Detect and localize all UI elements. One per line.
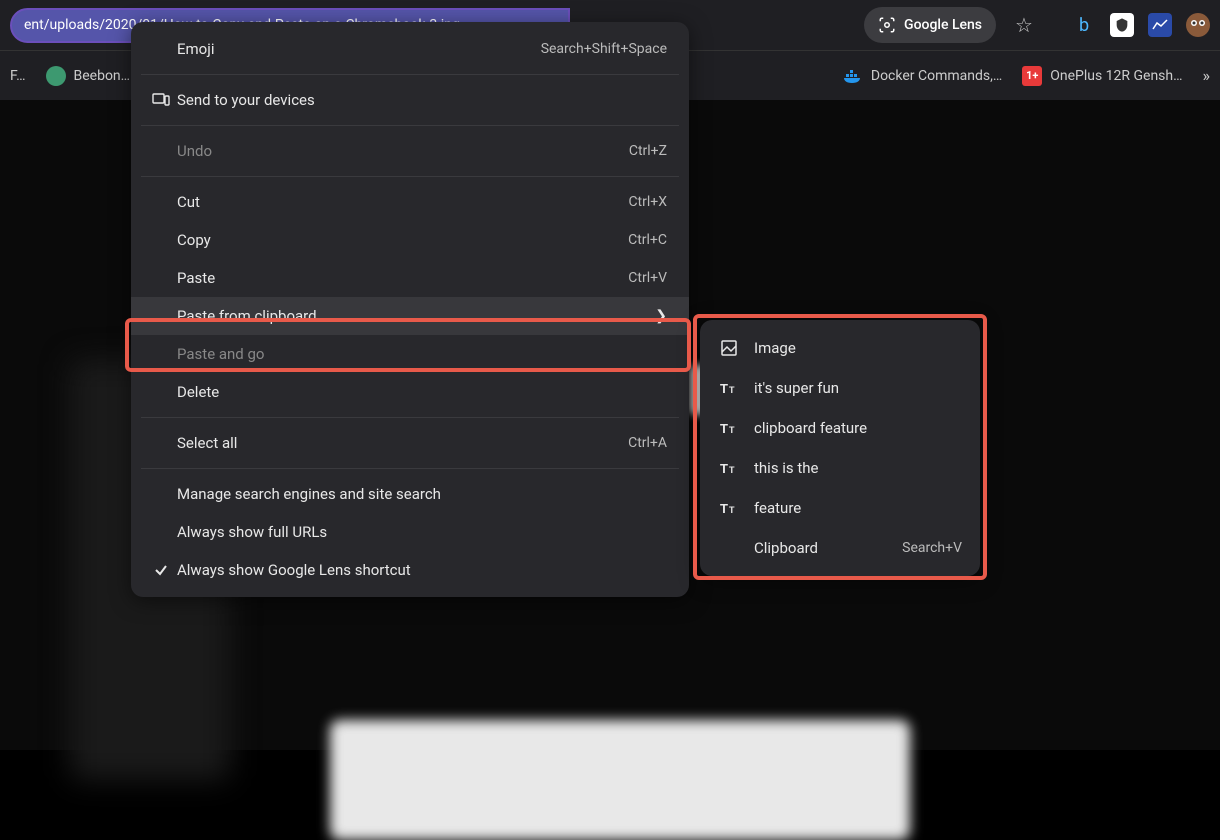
svg-text:T: T [720, 461, 728, 475]
menu-label: Paste [177, 269, 628, 287]
lens-icon [878, 16, 896, 34]
chevron-right-icon: ❯ [655, 308, 667, 324]
menu-label: Send to your devices [177, 91, 667, 109]
image-icon [718, 339, 740, 357]
lens-label: Google Lens [904, 17, 982, 33]
menu-google-lens-shortcut[interactable]: Always show Google Lens shortcut [131, 551, 689, 589]
menu-label: Cut [177, 193, 628, 211]
check-icon [145, 563, 177, 577]
menu-shortcut: Ctrl+C [628, 232, 667, 248]
svg-text:T: T [729, 385, 735, 395]
svg-text:T: T [720, 501, 728, 515]
menu-label: Undo [177, 142, 629, 160]
menu-label: Select all [177, 434, 628, 452]
menu-full-urls[interactable]: Always show full URLs [131, 513, 689, 551]
svg-text:T: T [720, 421, 728, 435]
menu-label: Always show full URLs [177, 523, 667, 541]
clipboard-item-text[interactable]: TT it's super fun [700, 368, 980, 408]
google-lens-button[interactable]: Google Lens [864, 7, 996, 43]
chart-extension-icon[interactable] [1148, 13, 1172, 37]
bookmark-label: Beebon… [74, 68, 131, 84]
text-icon: TT [718, 381, 740, 395]
clipboard-item-text[interactable]: TT clipboard feature [700, 408, 980, 448]
menu-emoji[interactable]: Emoji Search+Shift+Space [131, 30, 689, 68]
menu-paste[interactable]: Paste Ctrl+V [131, 259, 689, 297]
menu-separator [141, 125, 679, 126]
bookmark-label: F… [10, 68, 26, 84]
bookmark-label: OnePlus 12R Gensh… [1050, 68, 1182, 84]
docker-icon [843, 66, 863, 86]
context-menu: Emoji Search+Shift+Space Send to your de… [131, 22, 689, 597]
clipboard-item-text[interactable]: TT feature [700, 488, 980, 528]
clipboard-item-text[interactable]: TT this is the [700, 448, 980, 488]
menu-shortcut: Ctrl+V [628, 270, 667, 286]
menu-paste-from-clipboard[interactable]: Paste from clipboard ❯ [131, 297, 689, 335]
bookmark-item[interactable]: F… [10, 68, 26, 84]
svg-text:T: T [729, 425, 735, 435]
bookmark-item[interactable]: Docker Commands,… [843, 66, 1002, 86]
menu-cut[interactable]: Cut Ctrl+X [131, 183, 689, 221]
shield-extension-icon[interactable] [1110, 13, 1134, 37]
clipboard-item-label: feature [754, 499, 962, 517]
blurred-panel [330, 720, 910, 840]
menu-separator [141, 417, 679, 418]
clipboard-item-label: it's super fun [754, 379, 962, 397]
menu-label: Delete [177, 383, 667, 401]
svg-text:T: T [720, 381, 728, 395]
clipboard-item-label: clipboard feature [754, 419, 962, 437]
menu-send-to-devices[interactable]: Send to your devices [131, 81, 689, 119]
menu-separator [141, 468, 679, 469]
menu-label: Manage search engines and site search [177, 485, 667, 503]
text-icon: TT [718, 501, 740, 515]
bookmark-item[interactable]: Beebon… [46, 66, 131, 86]
menu-undo: Undo Ctrl+Z [131, 132, 689, 170]
text-icon: TT [718, 421, 740, 435]
extension-icons: b [1072, 13, 1210, 37]
svg-text:T: T [729, 505, 735, 515]
menu-shortcut: Search+Shift+Space [541, 41, 667, 57]
menu-shortcut: Ctrl+Z [629, 143, 667, 159]
devices-icon [145, 93, 177, 107]
clipboard-submenu: Image TT it's super fun TT clipboard fea… [700, 320, 980, 576]
bookmark-star-icon[interactable]: ☆ [1006, 7, 1042, 43]
menu-shortcut: Ctrl+A [628, 435, 667, 451]
menu-label: Copy [177, 231, 628, 249]
bing-extension-icon[interactable]: b [1072, 13, 1096, 37]
menu-delete[interactable]: Delete [131, 373, 689, 411]
menu-select-all[interactable]: Select all Ctrl+A [131, 424, 689, 462]
menu-label: Always show Google Lens shortcut [177, 561, 667, 579]
bookmarks-overflow-icon[interactable]: » [1203, 66, 1211, 85]
oneplus-icon: 1+ [1022, 66, 1042, 86]
text-icon: TT [718, 461, 740, 475]
menu-label: Emoji [177, 40, 541, 58]
menu-label: Paste from clipboard [177, 307, 655, 325]
menu-label: Paste and go [177, 345, 667, 363]
bookmark-label: Docker Commands,… [871, 68, 1002, 84]
clipboard-item-label: Image [754, 339, 962, 357]
menu-paste-and-go: Paste and go [131, 335, 689, 373]
svg-text:T: T [729, 465, 735, 475]
bookmark-item[interactable]: 1+ OnePlus 12R Gensh… [1022, 66, 1182, 86]
menu-copy[interactable]: Copy Ctrl+C [131, 221, 689, 259]
clipboard-footer[interactable]: Clipboard Search+V [700, 528, 980, 568]
menu-manage-search[interactable]: Manage search engines and site search [131, 475, 689, 513]
bookmark-favicon [46, 66, 66, 86]
menu-shortcut: Ctrl+X [628, 194, 667, 210]
clipboard-item-image[interactable]: Image [700, 328, 980, 368]
menu-separator [141, 74, 679, 75]
profile-avatar-icon[interactable] [1186, 13, 1210, 37]
clipboard-footer-label: Clipboard [754, 539, 888, 557]
clipboard-footer-shortcut: Search+V [902, 540, 962, 556]
clipboard-item-label: this is the [754, 459, 962, 477]
menu-separator [141, 176, 679, 177]
